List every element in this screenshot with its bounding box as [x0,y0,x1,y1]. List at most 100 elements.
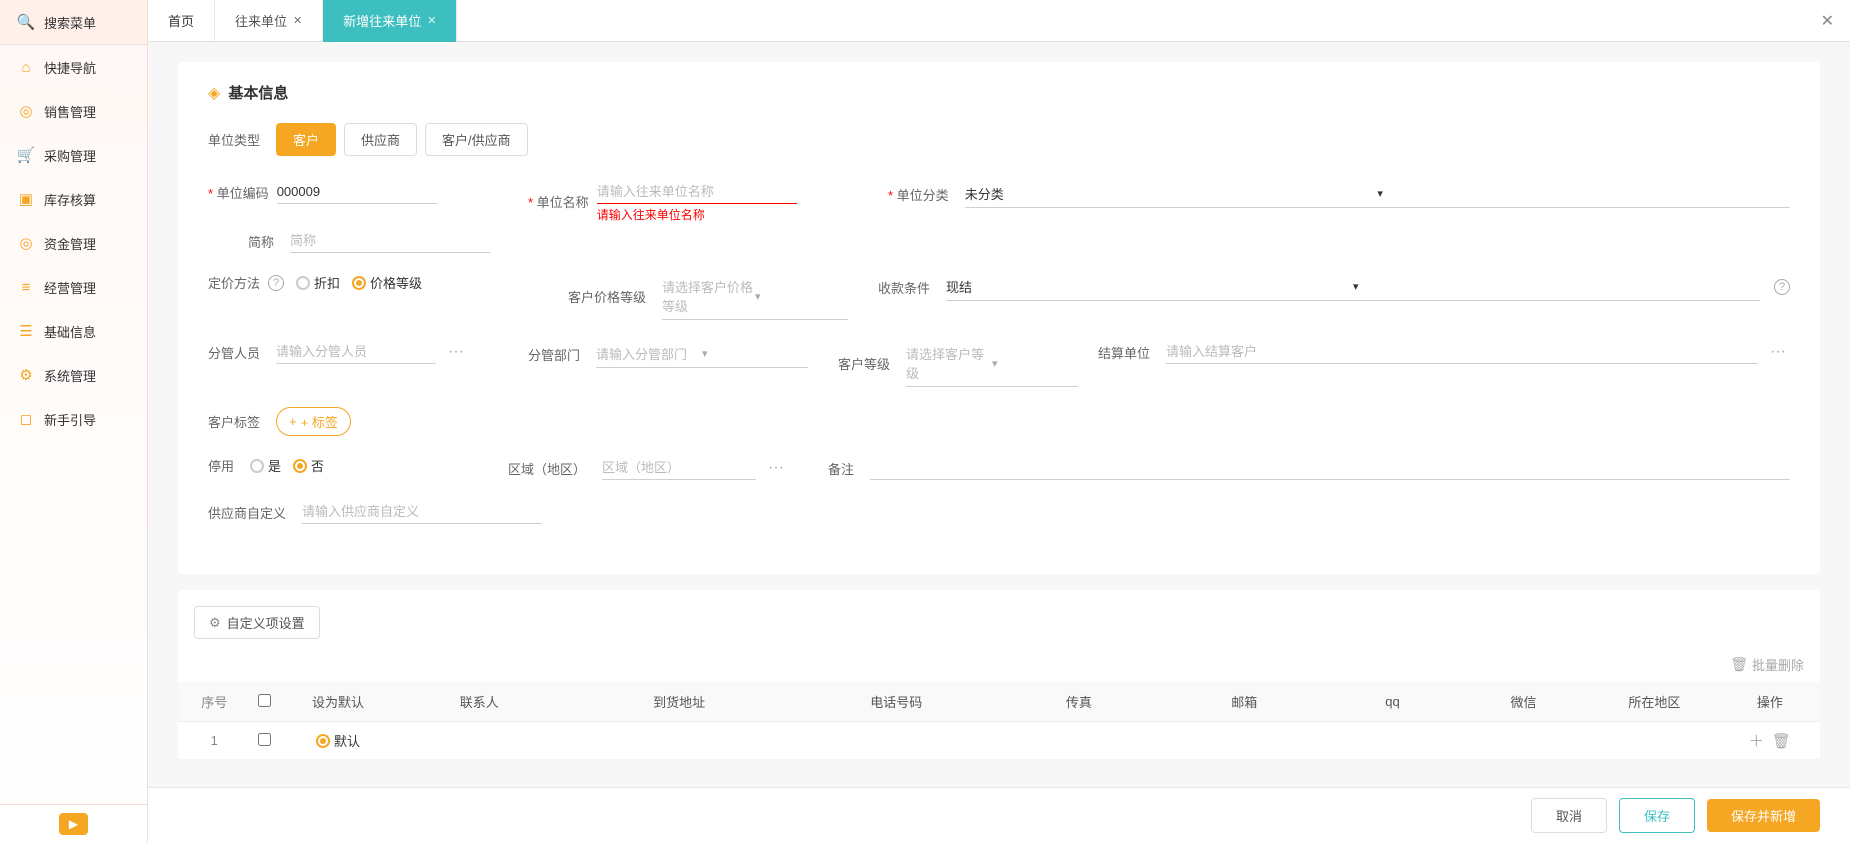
select-all-checkbox[interactable] [258,694,271,707]
code-label: 单位编码 [208,183,269,202]
remark-input[interactable] [870,456,1790,480]
radio-no[interactable]: 否 [293,456,324,475]
qq-input[interactable] [1362,733,1422,748]
basic-icon: ☰ [16,321,36,341]
sidebar-expand-btn[interactable]: ▶ [59,813,88,835]
tab-home[interactable]: 首页 [148,0,215,42]
row-region[interactable] [1589,722,1720,760]
name-label: 单位名称 [528,192,589,211]
sidebar-item-search[interactable]: 🔍 搜索菜单 [0,0,147,45]
shortname-input[interactable] [290,229,490,253]
settlement-label: 结算单位 [1098,343,1150,362]
sidebar-item-system[interactable]: ⚙ 系统管理 [0,353,147,397]
department-select[interactable]: 请输入分管部门 ▾ [596,340,808,368]
sidebar-item-inventory[interactable]: ▣ 库存核算 [0,177,147,221]
name-input-wrapper: 请输入往来单位名称 [597,180,848,223]
category-label: 单位分类 [888,185,949,204]
radio-pricelevel[interactable]: 价格等级 [352,273,422,292]
settlement-group: 结算单位 ··· [1098,340,1790,364]
sidebar-item-guide[interactable]: ◻ 新手引导 [0,397,147,441]
sidebar-item-operations[interactable]: ≡ 经营管理 [0,265,147,309]
batch-delete-button[interactable]: 🗑 批量删除 [1730,655,1804,674]
tab-new-partner[interactable]: 新增往来单位 ✕ [323,0,457,42]
delete-row-icon[interactable]: 🗑 [1772,732,1791,750]
sales-icon: ◎ [16,101,36,121]
tab-partner[interactable]: 往来单位 ✕ [215,0,323,42]
payment-select[interactable]: 现结 ▾ [946,273,1760,301]
col-fax: 传真 [996,682,1161,722]
section-header: ◈ 基本信息 [208,82,1790,103]
btn-type-customer[interactable]: 客户 [276,123,336,156]
phone-input[interactable] [846,733,946,748]
fax-input[interactable] [1039,733,1119,748]
radio-discount[interactable]: 折扣 [296,273,340,292]
category-select[interactable]: 未分类 ▾ [965,180,1790,208]
row-checkbox[interactable] [250,722,279,760]
contact-input[interactable] [439,733,519,748]
customer-level-select[interactable]: 请选择客户等级 ▾ [906,340,1078,387]
radio-yes[interactable]: 是 [250,456,281,475]
manager-input[interactable] [276,340,436,364]
region-more-icon[interactable]: ··· [764,459,788,477]
save-button[interactable]: 保存 [1619,798,1695,833]
sidebar: 🔍 搜索菜单 ⌂ 快捷导航 ◎ 销售管理 🛒 采购管理 ▣ 库存核算 ◎ 资金管… [0,0,148,843]
btn-type-both[interactable]: 客户/供应商 [425,123,528,156]
custom-settings-button[interactable]: ⚙ 自定义项设置 [194,606,320,639]
row-default-radio[interactable] [316,734,330,748]
row-qq[interactable] [1327,722,1458,760]
customer-price-select[interactable]: 请选择客户价格等级 ▾ [662,273,848,320]
row-address[interactable] [562,722,796,760]
action-buttons: ＋ 🗑 [1728,730,1812,751]
payment-help-icon[interactable]: ? [1774,279,1790,295]
radio-discount-circle [296,276,310,290]
radio-no-circle [293,459,307,473]
supplier-custom-input[interactable] [302,500,542,524]
remark-label: 备注 [828,459,854,478]
name-input[interactable] [597,180,797,204]
operations-icon: ≡ [16,277,36,297]
cancel-button[interactable]: 取消 [1531,798,1607,833]
col-checkbox[interactable] [250,682,279,722]
btn-type-supplier[interactable]: 供应商 [344,123,417,156]
guide-icon: ◻ [16,409,36,429]
sidebar-item-sales[interactable]: ◎ 销售管理 [0,89,147,133]
add-tag-button[interactable]: + + 标签 [276,407,351,436]
radio-pricelevel-circle [352,276,366,290]
customer-level-label: 客户等级 [838,354,890,373]
tab-new-partner-close[interactable]: ✕ [427,14,436,27]
row-fax[interactable] [996,722,1161,760]
purchase-icon: 🛒 [16,145,36,165]
region-input[interactable] [602,456,756,480]
tag-plus-icon: + [289,414,297,429]
settlement-input[interactable] [1166,340,1758,364]
code-name-category-row: 单位编码 单位名称 请输入往来单位名称 单位分类 未分类 ▾ [208,180,1790,223]
row-contact[interactable] [397,722,562,760]
tab-partner-close[interactable]: ✕ [293,14,302,27]
row-region-input[interactable] [1624,733,1684,748]
sidebar-item-finance[interactable]: ◎ 资金管理 [0,221,147,265]
sidebar-item-quicknav[interactable]: ⌂ 快捷导航 [0,45,147,89]
contact-table-section: ⚙ 自定义项设置 🗑 批量删除 序号 设为默认 联系人 到货地址 [178,590,1820,760]
wechat-input[interactable] [1493,733,1553,748]
email-input[interactable] [1204,733,1284,748]
tags-label: 客户标签 [208,412,260,431]
category-chevron-icon: ▾ [1377,187,1790,200]
pricing-help-icon[interactable]: ? [268,275,284,291]
row-email[interactable] [1162,722,1327,760]
manager-more-icon[interactable]: ··· [444,343,468,361]
settlement-more-icon[interactable]: ··· [1766,343,1790,361]
save-new-button[interactable]: 保存并新增 [1707,799,1820,832]
tabs-close-all[interactable]: ✕ [1805,0,1850,42]
department-group: 分管部门 请输入分管部门 ▾ [528,340,808,368]
row-wechat[interactable] [1458,722,1589,760]
row-phone[interactable] [796,722,996,760]
code-input[interactable] [277,180,437,204]
sidebar-item-purchase[interactable]: 🛒 采购管理 [0,133,147,177]
add-row-icon[interactable]: ＋ [1749,730,1764,751]
name-error-text: 请输入往来单位名称 [597,206,848,223]
address-input[interactable] [619,733,739,748]
category-group: 单位分类 未分类 ▾ [888,180,1790,208]
row-select-checkbox[interactable] [258,733,271,746]
sidebar-item-basic[interactable]: ☰ 基础信息 [0,309,147,353]
unit-type-group: 单位类型 客户 供应商 客户/供应商 [208,123,1790,156]
